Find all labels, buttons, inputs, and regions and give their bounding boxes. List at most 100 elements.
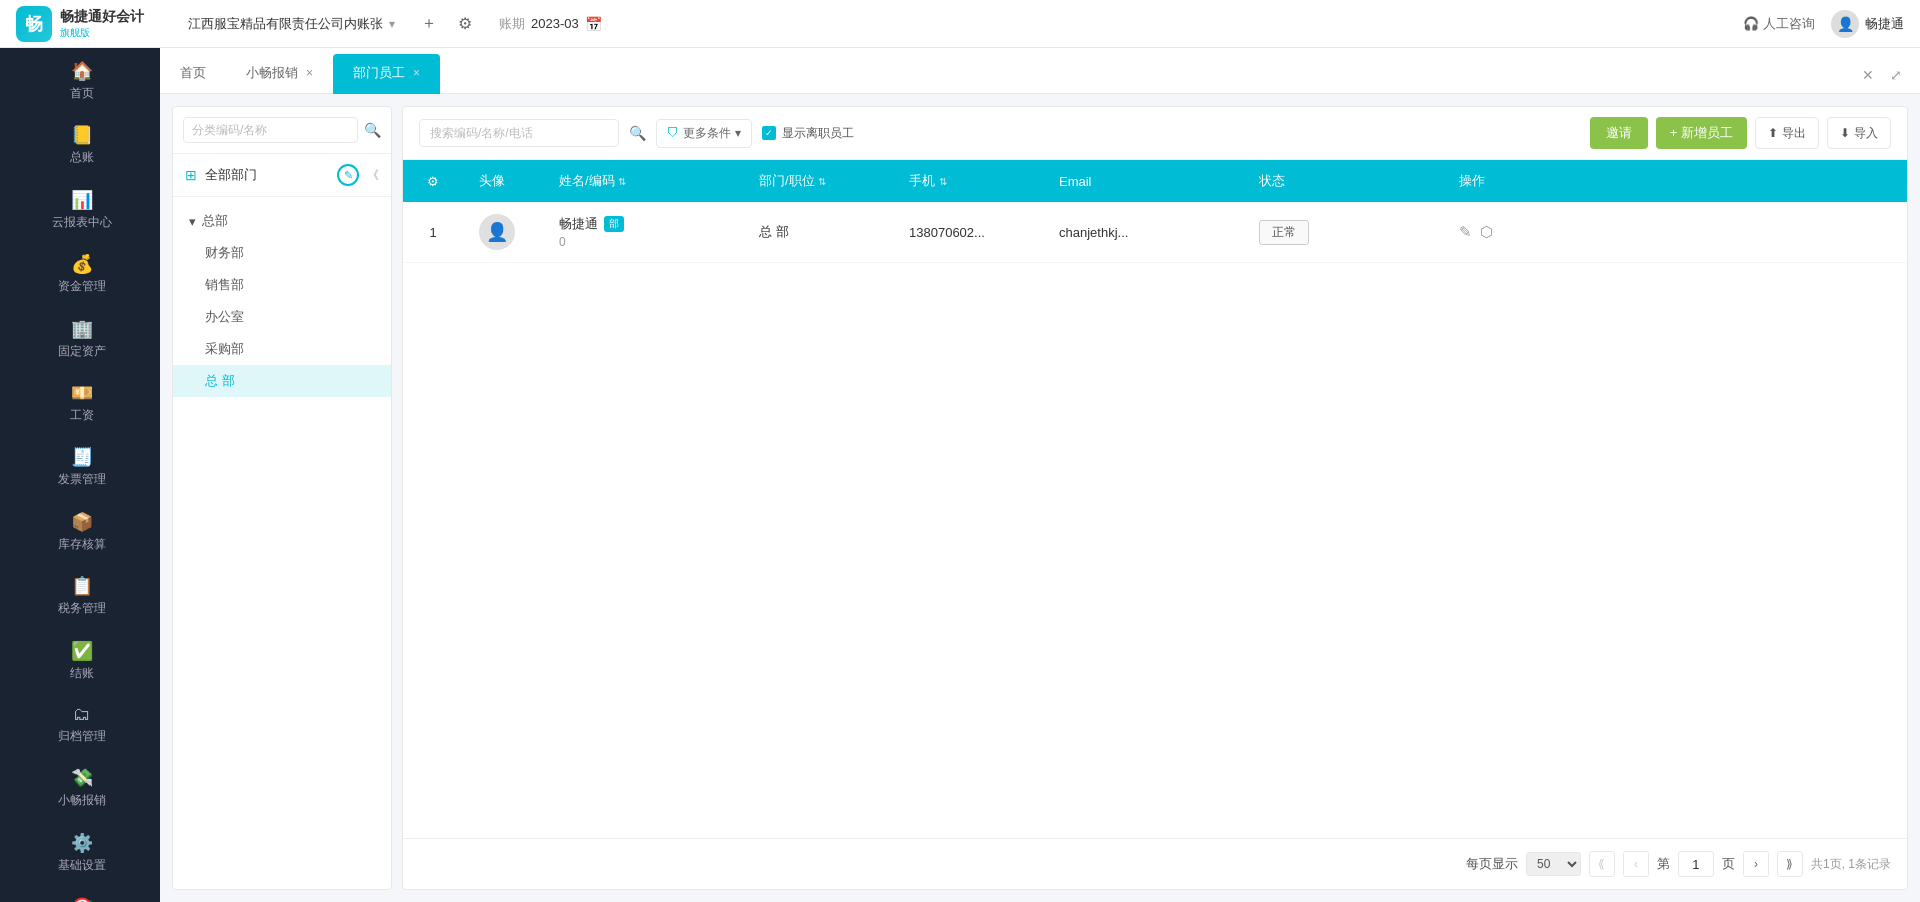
support-button[interactable]: 🎧 人工咨询 bbox=[1743, 15, 1815, 33]
company-selector[interactable]: 江西服宝精品有限责任公司内账张 ▾ bbox=[188, 15, 395, 33]
assets-icon: 🏢 bbox=[71, 318, 93, 340]
edit-dept-button[interactable]: ✎ bbox=[337, 164, 359, 186]
company-name: 江西服宝精品有限责任公司内账张 bbox=[188, 15, 383, 33]
col-phone[interactable]: 手机 ⇅ bbox=[893, 160, 1043, 202]
sidebar-item-basic-settings[interactable]: ⚙️ 基础设置 bbox=[0, 820, 160, 884]
row-actions: ✎ ⬡ bbox=[1443, 202, 1907, 263]
row-email: chanjethkj... bbox=[1043, 202, 1243, 263]
period-area: 账期 2023-03 📅 bbox=[499, 15, 602, 33]
row-phone: 138070602... bbox=[893, 202, 1043, 263]
show-resigned-label: 显示离职员工 bbox=[782, 125, 854, 142]
add-company-button[interactable]: ＋ bbox=[415, 10, 443, 38]
dept-node-general[interactable]: ▾ 总部 bbox=[173, 205, 391, 237]
dept-node-label: 总 部 bbox=[205, 373, 235, 388]
sidebar-item-label: 固定资产 bbox=[58, 344, 106, 358]
sidebar-item-home[interactable]: 🏠 首页 bbox=[0, 48, 160, 112]
sidebar-item-fixed-assets[interactable]: 🏢 固定资产 bbox=[0, 306, 160, 370]
col-dept-position[interactable]: 部门/职位 ⇅ bbox=[743, 160, 893, 202]
sidebar-item-invoice-mgmt[interactable]: 🧾 发票管理 bbox=[0, 434, 160, 498]
sidebar-item-label: 小畅报销 bbox=[58, 793, 106, 807]
dept-node-finance[interactable]: 财务部 bbox=[173, 237, 391, 269]
header-right: 🎧 人工咨询 👤 畅捷通 bbox=[1743, 10, 1904, 38]
sidebar-item-general-ledger[interactable]: 📒 总账 bbox=[0, 112, 160, 176]
tab-xiaochangbaoxiao[interactable]: 小畅报销 × bbox=[226, 54, 333, 94]
tab-close-all-button[interactable]: ✕ bbox=[1856, 63, 1880, 87]
dept-node-sales[interactable]: 销售部 bbox=[173, 269, 391, 301]
dept-node-general-branch[interactable]: 总 部 bbox=[173, 365, 391, 397]
edit-employee-button[interactable]: ✎ bbox=[1459, 223, 1472, 241]
sort-icon: ⇅ bbox=[818, 176, 826, 187]
table-toolbar: 🔍 ⛉ 更多条件 ▾ ✓ 显示离职员工 邀请 bbox=[403, 107, 1907, 160]
page-input[interactable] bbox=[1678, 851, 1714, 877]
col-actions: 操作 bbox=[1443, 160, 1907, 202]
support-label: 人工咨询 bbox=[1763, 15, 1815, 33]
show-resigned-checkbox[interactable]: ✓ bbox=[762, 126, 776, 140]
left-panel: 🔍 ⊞ 全部部门 ✎ 《 ▾ 总部 财务部 bbox=[172, 106, 392, 890]
import-label: 导入 bbox=[1854, 125, 1878, 142]
sidebar-item-payroll[interactable]: 💴 工资 bbox=[0, 370, 160, 434]
page-size-select[interactable]: 50 10 20 100 bbox=[1526, 852, 1581, 876]
calendar-icon[interactable]: 📅 bbox=[585, 16, 602, 32]
next-page-button[interactable]: › bbox=[1743, 851, 1769, 877]
dept-search-icon[interactable]: 🔍 bbox=[364, 122, 381, 138]
export-button[interactable]: ⬆ 导出 bbox=[1755, 117, 1819, 149]
status-badge: 正常 bbox=[1259, 220, 1309, 245]
import-icon: ⬇ bbox=[1840, 126, 1850, 140]
first-page-button[interactable]: ⟪ bbox=[1589, 851, 1615, 877]
leave-employee-button[interactable]: ⬡ bbox=[1480, 223, 1493, 241]
sidebar-item-label: 结账 bbox=[70, 666, 94, 680]
dept-tree: ▾ 总部 财务部 销售部 办公室 采购部 bbox=[173, 197, 391, 889]
top-header: 畅 畅捷通好会计 旗舰版 江西服宝精品有限责任公司内账张 ▾ ＋ ⚙ 账期 20… bbox=[0, 0, 1920, 48]
tab-close-icon[interactable]: × bbox=[413, 66, 420, 80]
sidebar-item-inventory[interactable]: 📦 库存核算 bbox=[0, 499, 160, 563]
guide-icon: 🎯 bbox=[71, 896, 93, 902]
sort-icon: ⇅ bbox=[618, 176, 626, 187]
dept-node-purchasing[interactable]: 采购部 bbox=[173, 333, 391, 365]
emp-search-input[interactable] bbox=[419, 119, 619, 147]
sidebar-item-closing[interactable]: ✅ 结账 bbox=[0, 628, 160, 692]
settings-button[interactable]: ⚙ bbox=[451, 10, 479, 38]
invite-button[interactable]: 邀请 bbox=[1590, 117, 1648, 149]
sidebar-item-label: 税务管理 bbox=[58, 601, 106, 615]
collapse-dept-icon[interactable]: 《 bbox=[367, 167, 379, 184]
expense-icon: 💸 bbox=[71, 767, 93, 789]
row-status: 正常 bbox=[1243, 202, 1443, 263]
ledger-icon: 📒 bbox=[71, 124, 93, 146]
prev-page-button[interactable]: ‹ bbox=[1623, 851, 1649, 877]
tab-home[interactable]: 首页 bbox=[160, 54, 226, 94]
sidebar-item-fund-mgmt[interactable]: 💰 资金管理 bbox=[0, 241, 160, 305]
sidebar-item-archive-mgmt[interactable]: 🗂 归档管理 bbox=[0, 692, 160, 755]
emp-search-icon[interactable]: 🔍 bbox=[629, 125, 646, 141]
tab-close-icon[interactable]: × bbox=[306, 66, 313, 80]
sidebar-item-label: 发票管理 bbox=[58, 472, 106, 486]
sidebar-item-label: 基础设置 bbox=[58, 858, 106, 872]
user-area[interactable]: 👤 畅捷通 bbox=[1831, 10, 1904, 38]
import-button[interactable]: ⬇ 导入 bbox=[1827, 117, 1891, 149]
header-actions: ＋ ⚙ bbox=[415, 10, 479, 38]
add-employee-button[interactable]: + 新增员工 bbox=[1656, 117, 1747, 149]
dept-node-label: 办公室 bbox=[205, 309, 244, 324]
sidebar-item-label: 归档管理 bbox=[58, 729, 106, 743]
closing-icon: ✅ bbox=[71, 640, 93, 662]
app-title: 畅捷通好会计 bbox=[60, 8, 144, 26]
report-icon: 📊 bbox=[71, 189, 93, 211]
more-filter-button[interactable]: ⛉ 更多条件 ▾ bbox=[656, 119, 752, 148]
dept-search-input[interactable] bbox=[183, 117, 358, 143]
sidebar-item-report-center[interactable]: 📊 云报表中心 bbox=[0, 177, 160, 241]
table-row: 1 👤 畅捷通 部 bbox=[403, 202, 1907, 263]
last-page-button[interactable]: ⟫ bbox=[1777, 851, 1803, 877]
sidebar-item-tax-mgmt[interactable]: 📋 税务管理 bbox=[0, 563, 160, 627]
app-subtitle: 旗舰版 bbox=[60, 26, 144, 40]
dept-node-office[interactable]: 办公室 bbox=[173, 301, 391, 333]
tax-icon: 📋 bbox=[71, 575, 93, 597]
employee-name: 畅捷通 部 bbox=[559, 215, 727, 233]
sidebar: 🏠 首页 📒 总账 📊 云报表中心 💰 资金管理 🏢 固定资产 💴 工资 🧾 发… bbox=[0, 48, 160, 902]
dept-badge: 部 bbox=[604, 216, 624, 232]
tab-maximize-button[interactable]: ⤢ bbox=[1884, 63, 1908, 87]
col-name-code[interactable]: 姓名/编码 ⇅ bbox=[543, 160, 743, 202]
sidebar-item-xiaochangbaoxiao[interactable]: 💸 小畅报销 bbox=[0, 755, 160, 819]
tab-bumenrengong[interactable]: 部门员工 × bbox=[333, 54, 440, 94]
tab-controls: ✕ ⤢ bbox=[1844, 63, 1920, 93]
sidebar-item-new-guide[interactable]: 🎯 新手引导 bbox=[0, 884, 160, 902]
toolbar-right: 邀请 + 新增员工 ⬆ 导出 ⬇ 导入 bbox=[1590, 117, 1891, 149]
